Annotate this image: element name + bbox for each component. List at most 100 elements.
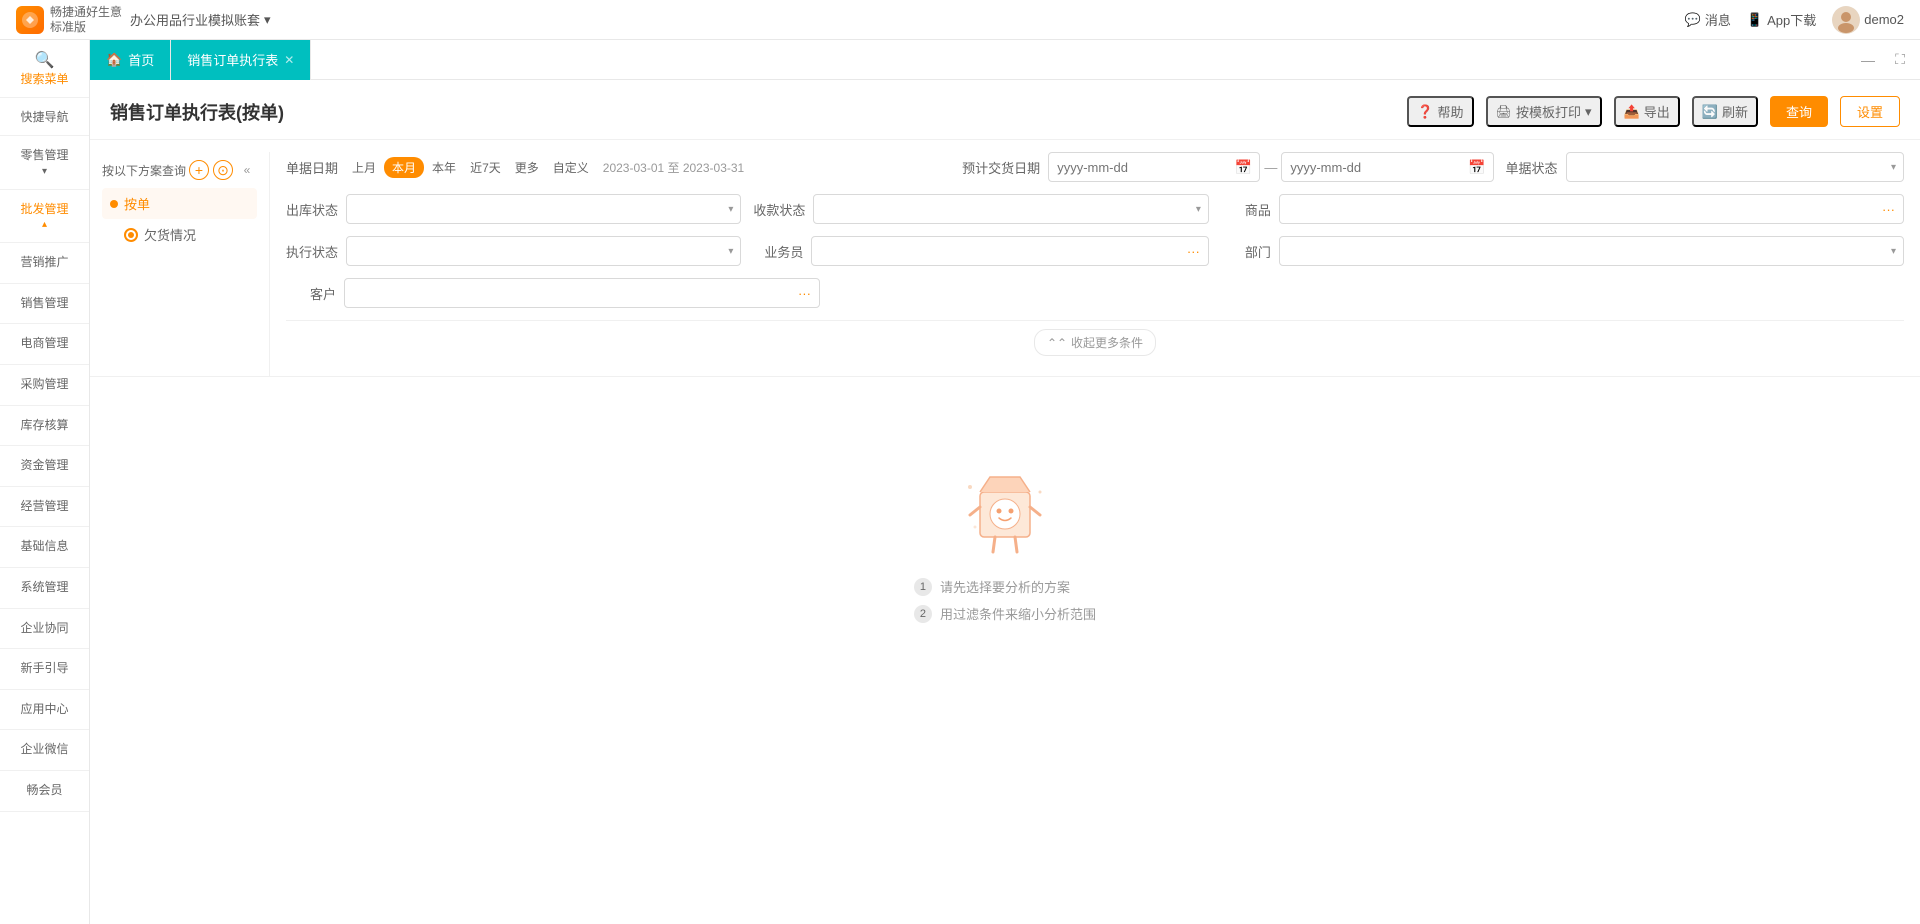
tab-home[interactable]: 🏠 首页 <box>90 40 171 80</box>
solution-item-owed-goods[interactable]: 欠货情况 <box>102 219 257 250</box>
tab-sales-exec-list[interactable]: 销售订单执行表 ✕ <box>171 40 311 80</box>
header-left: 畅捷通好生意 标准版 办公用品行业模拟账套 ▾ <box>16 5 271 34</box>
sidebar-item-ecommerce[interactable]: 电商管理 <box>0 324 89 365</box>
collapse-filter-btn[interactable]: ⌃⌃ 收起更多条件 <box>1034 329 1156 356</box>
solution-actions: + ⊙ « <box>189 160 257 180</box>
customer-label: 客户 <box>286 284 336 303</box>
sidebar-item-enterprise-wx[interactable]: 企业微信 <box>0 730 89 771</box>
quick-date-7days[interactable]: 近7天 <box>464 157 507 178</box>
payment-status-select[interactable] <box>813 194 1208 224</box>
shipping-status-label: 出库状态 <box>286 200 338 219</box>
edit-solution-btn[interactable]: ⊙ <box>213 160 233 180</box>
expected-date-start[interactable] <box>1048 152 1260 182</box>
sidebar-item-app-center[interactable]: 应用中心 <box>0 690 89 731</box>
tab-bar: 🏠 首页 销售订单执行表 ✕ — ⛶ <box>90 40 1920 80</box>
sidebar-item-operations[interactable]: 经营管理 <box>0 487 89 528</box>
print-icon: 🖨 <box>1496 104 1513 120</box>
logo-icon <box>16 6 44 34</box>
date-range-display: 2023-03-01 至 2023-03-31 <box>603 159 744 176</box>
export-icon: 📤 <box>1624 104 1640 120</box>
settings-btn[interactable]: 设置 <box>1840 96 1900 127</box>
avatar <box>1832 6 1860 34</box>
refresh-btn[interactable]: 🔄 刷新 <box>1692 96 1758 127</box>
app-download-btn[interactable]: 📱 App下载 <box>1747 10 1816 29</box>
collapse-up-icon: ⌃⌃ <box>1047 336 1067 350</box>
sidebar-item-sales[interactable]: 销售管理 <box>0 284 89 325</box>
quick-date-this-month[interactable]: 本月 <box>384 157 424 178</box>
collapse-row: ⌃⌃ 收起更多条件 <box>286 320 1904 364</box>
sidebar-search[interactable]: 🔍 搜索菜单 <box>0 40 89 98</box>
user-menu-btn[interactable]: demo2 <box>1832 6 1904 34</box>
tab-maximize-btn[interactable]: ⛶ <box>1888 48 1912 72</box>
query-btn[interactable]: 查询 <box>1770 96 1828 127</box>
solution-item-by-order[interactable]: 按单 <box>102 188 257 219</box>
header-right: 💬 消息 📱 App下载 demo2 <box>1685 6 1904 34</box>
message-btn[interactable]: 💬 消息 <box>1685 10 1731 29</box>
quick-date-last-month[interactable]: 上月 <box>346 157 382 178</box>
quick-date-custom[interactable]: 自定义 <box>547 157 595 178</box>
sidebar-item-inventory[interactable]: 库存核算 <box>0 406 89 447</box>
sidebar-item-member[interactable]: 畅会员 <box>0 771 89 812</box>
payment-status-select-wrapper: ▾ <box>813 194 1208 224</box>
print-template-btn[interactable]: 🖨 按模板打印 ▾ <box>1486 96 1602 127</box>
sidebar-item-system[interactable]: 系统管理 <box>0 568 89 609</box>
quick-date-buttons: 上月 本月 本年 近7天 更多 自定义 <box>346 157 595 178</box>
payment-status-label: 收款状态 <box>753 200 805 219</box>
page-content: 销售订单执行表(按单) ❓ 帮助 🖨 按模板打印 ▾ 📤 <box>90 80 1920 924</box>
sidebar-item-cooperation[interactable]: 企业协同 <box>0 609 89 650</box>
download-icon: 📱 <box>1747 12 1763 28</box>
filter-row-1: 单据日期 上月 本月 本年 近7天 更多 自定义 2023-03-01 至 20… <box>286 152 1904 182</box>
doc-status-select-wrapper: ▾ <box>1566 152 1904 182</box>
sidebar-item-finance[interactable]: 资金管理 <box>0 446 89 487</box>
quick-date-this-year[interactable]: 本年 <box>426 157 462 178</box>
page-header: 销售订单执行表(按单) ❓ 帮助 🖨 按模板打印 ▾ 📤 <box>90 80 1920 140</box>
collapse-solution-btn[interactable]: « <box>237 160 257 180</box>
goods-input[interactable]: ··· <box>1279 194 1904 224</box>
sidebar-item-retail[interactable]: 零售管理 ▾ <box>0 136 89 190</box>
sidebar-item-marketing[interactable]: 营销推广 <box>0 243 89 284</box>
app-selector[interactable]: 办公用品行业模拟账套 ▾ <box>130 10 271 29</box>
page-wrapper: 销售订单执行表(按单) ❓ 帮助 🖨 按模板打印 ▾ 📤 <box>90 80 1920 924</box>
sidebar-item-basic[interactable]: 基础信息 <box>0 527 89 568</box>
message-icon: 💬 <box>1685 12 1701 28</box>
salesperson-input[interactable]: ··· <box>811 236 1208 266</box>
doc-status-select[interactable] <box>1566 152 1904 182</box>
sidebar-item-procurement[interactable]: 采购管理 <box>0 365 89 406</box>
help-btn[interactable]: ❓ 帮助 <box>1407 96 1473 127</box>
content-area: 🏠 首页 销售订单执行表 ✕ — ⛶ 销售订单执行表(按单) ❓ <box>90 40 1920 924</box>
dept-select-wrapper: ▾ <box>1279 236 1904 266</box>
exec-status-label: 执行状态 <box>286 242 338 261</box>
goods-label: 商品 <box>1221 200 1271 219</box>
dept-select[interactable] <box>1279 236 1904 266</box>
ellipsis-icon: ··· <box>798 286 811 301</box>
filter-layout: 按以下方案查询 + ⊙ « <box>90 140 1920 376</box>
salesperson-label: 业务员 <box>753 242 803 261</box>
solution-panel: 按以下方案查询 + ⊙ « <box>90 152 270 376</box>
expected-date-end[interactable] <box>1281 152 1493 182</box>
sidebar: 🔍 搜索菜单 快捷导航 零售管理 ▾ 批发管理 ▴ 营销推广 销售管理 电商管理… <box>0 40 90 924</box>
exec-status-select[interactable] <box>346 236 741 266</box>
customer-input[interactable]: ··· <box>344 278 820 308</box>
empty-tip-1: 1 请先选择要分析的方案 <box>914 577 1096 596</box>
quick-date-more[interactable]: 更多 <box>509 157 545 178</box>
expected-date-start-wrap: 📅 <box>1048 152 1260 182</box>
tab-close-icon[interactable]: ✕ <box>284 53 294 67</box>
sidebar-item-wholesale[interactable]: 批发管理 ▴ <box>0 190 89 244</box>
sidebar-item-newbie[interactable]: 新手引导 <box>0 649 89 690</box>
filter-row-3: 执行状态 ▾ 业务员 <box>286 236 1904 266</box>
export-btn[interactable]: 📤 导出 <box>1614 96 1680 127</box>
page-header-actions: ❓ 帮助 🖨 按模板打印 ▾ 📤 导出 🔄 <box>1407 96 1900 127</box>
shipping-status-select[interactable] <box>346 194 741 224</box>
expected-date-range: 📅 — 📅 <box>1048 152 1493 182</box>
chevron-up-icon: ▴ <box>42 219 47 230</box>
add-solution-btn[interactable]: + <box>189 160 209 180</box>
sidebar-quick-nav[interactable]: 快捷导航 <box>0 98 89 136</box>
empty-tips: 1 请先选择要分析的方案 2 用过滤条件来缩小分析范围 <box>914 577 1096 623</box>
logo-text: 畅捷通好生意 标准版 <box>50 5 122 34</box>
tab-minimize-btn[interactable]: — <box>1856 48 1880 72</box>
solution-subdot-icon <box>124 228 138 242</box>
shipping-status-select-wrapper: ▾ <box>346 194 741 224</box>
page-title: 销售订单执行表(按单) <box>110 99 284 125</box>
date-label: 单据日期 <box>286 158 338 177</box>
circle-icon: ⊙ <box>217 162 229 179</box>
